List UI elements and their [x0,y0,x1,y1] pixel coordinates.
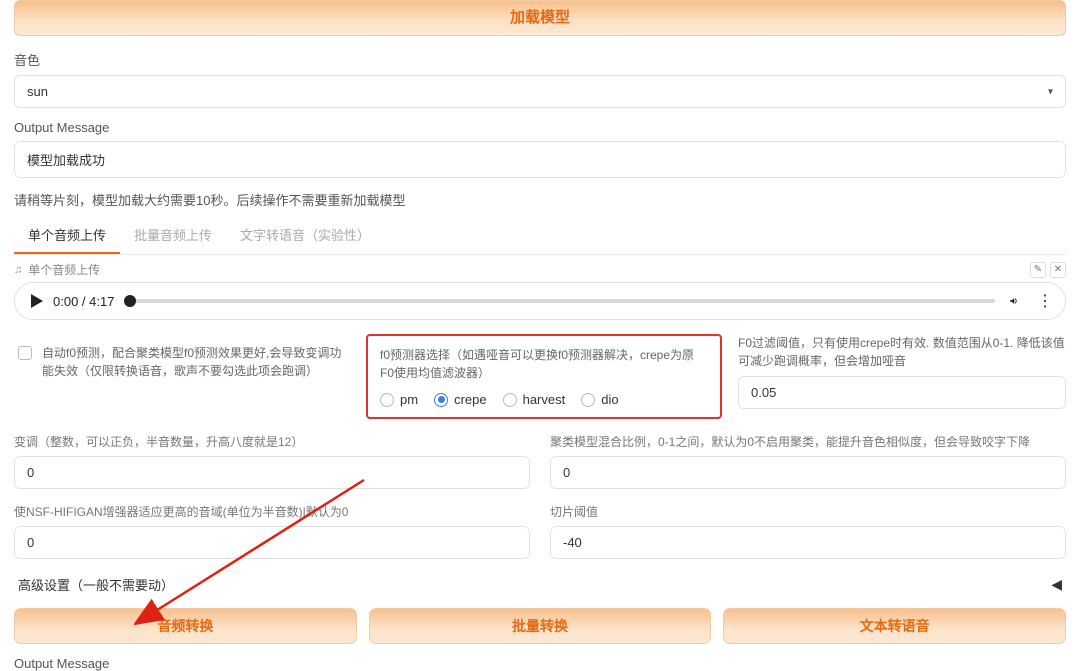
nsf-input[interactable]: 0 [14,526,530,559]
advanced-label: 高级设置（一般不需要动） [18,575,174,594]
tts-button[interactable]: 文本转语音 [723,608,1066,644]
radio-harvest-label: harvest [523,392,566,407]
upload-title: 单个音频上传 [28,261,100,278]
radio-pm-label: pm [400,392,418,407]
tab-tts-experimental[interactable]: 文字转语音（实验性） [226,215,384,254]
upload-tabs: 单个音频上传 批量音频上传 文字转语音（实验性） [14,215,1066,255]
audio-player: 0:00 / 4:17 ⋮ [14,282,1066,320]
radio-dio[interactable]: dio [581,392,618,407]
slice-label: 切片阈值 [550,503,1066,520]
tab-single-upload[interactable]: 单个音频上传 [14,215,120,254]
voice-label: 音色 [14,50,1066,69]
more-icon[interactable]: ⋮ [1033,291,1057,311]
output-message-value: 模型加载成功 [27,153,105,168]
edit-icon[interactable]: ✎ [1030,262,1046,278]
pitch-input[interactable]: 0 [14,456,530,489]
cluster-input[interactable]: 0 [550,456,1066,489]
audio-time: 0:00 / 4:17 [53,294,114,309]
music-note-icon: ♫ [14,264,22,276]
auto-f0-panel: 自动f0预测，配合聚类模型f0预测效果更好,会导致变调功能失效（仅限转换语音，歌… [14,334,350,419]
convert-button[interactable]: 音频转换 [14,608,357,644]
caret-left-icon: ◀ [1051,576,1062,593]
f0-threshold-panel: F0过滤阈值，只有使用crepe时有效. 数值范围从0-1. 降低该值可减少跑调… [738,334,1066,419]
radio-dio-label: dio [601,392,618,407]
volume-icon[interactable] [1005,292,1023,310]
radio-crepe-label: crepe [454,392,487,407]
auto-f0-checkbox[interactable] [18,346,32,360]
audio-progress[interactable] [124,299,995,303]
loading-help-text: 请稍等片刻，模型加载大约需要10秒。后续操作不需要重新加载模型 [14,190,1066,209]
auto-f0-label: 自动f0预测，配合聚类模型f0预测效果更好,会导致变调功能失效（仅限转换语音，歌… [42,344,346,380]
batch-convert-button[interactable]: 批量转换 [369,608,712,644]
slice-input[interactable]: -40 [550,526,1066,559]
load-model-button[interactable]: 加载模型 [14,0,1066,36]
close-icon[interactable]: ✕ [1050,262,1066,278]
output-message-label: Output Message [14,120,1066,135]
output-message-2-label: Output Message [14,656,1066,671]
radio-crepe[interactable]: crepe [434,392,487,407]
radio-harvest[interactable]: harvest [503,392,566,407]
play-icon[interactable] [31,294,43,308]
f0-threshold-input[interactable]: 0.05 [738,376,1066,409]
output-message-field[interactable]: 模型加载成功 [14,141,1066,178]
radio-pm[interactable]: pm [380,392,418,407]
f0-threshold-label: F0过滤阈值，只有使用crepe时有效. 数值范围从0-1. 降低该值可减少跑调… [738,334,1066,370]
chevron-down-icon: ▾ [1048,86,1053,97]
advanced-toggle[interactable]: 高级设置（一般不需要动） ◀ [14,573,1066,596]
voice-value: sun [27,84,48,99]
f0-predictor-label: f0预测器选择（如遇哑音可以更换f0预测器解决，crepe为原F0使用均值滤波器… [380,346,708,382]
pitch-label: 变调（整数，可以正负，半音数量，升高八度就是12） [14,433,530,450]
tab-batch-upload[interactable]: 批量音频上传 [120,215,226,254]
f0-predictor-panel: f0预测器选择（如遇哑音可以更换f0预测器解决，crepe为原F0使用均值滤波器… [366,334,722,419]
cluster-label: 聚类模型混合比例，0-1之间，默认为0不启用聚类，能提升音色相似度，但会导致咬字… [550,433,1066,450]
nsf-label: 使NSF-HIFIGAN增强器适应更高的音域(单位为半音数)|默认为0 [14,503,530,520]
voice-select[interactable]: sun ▾ [14,75,1066,108]
